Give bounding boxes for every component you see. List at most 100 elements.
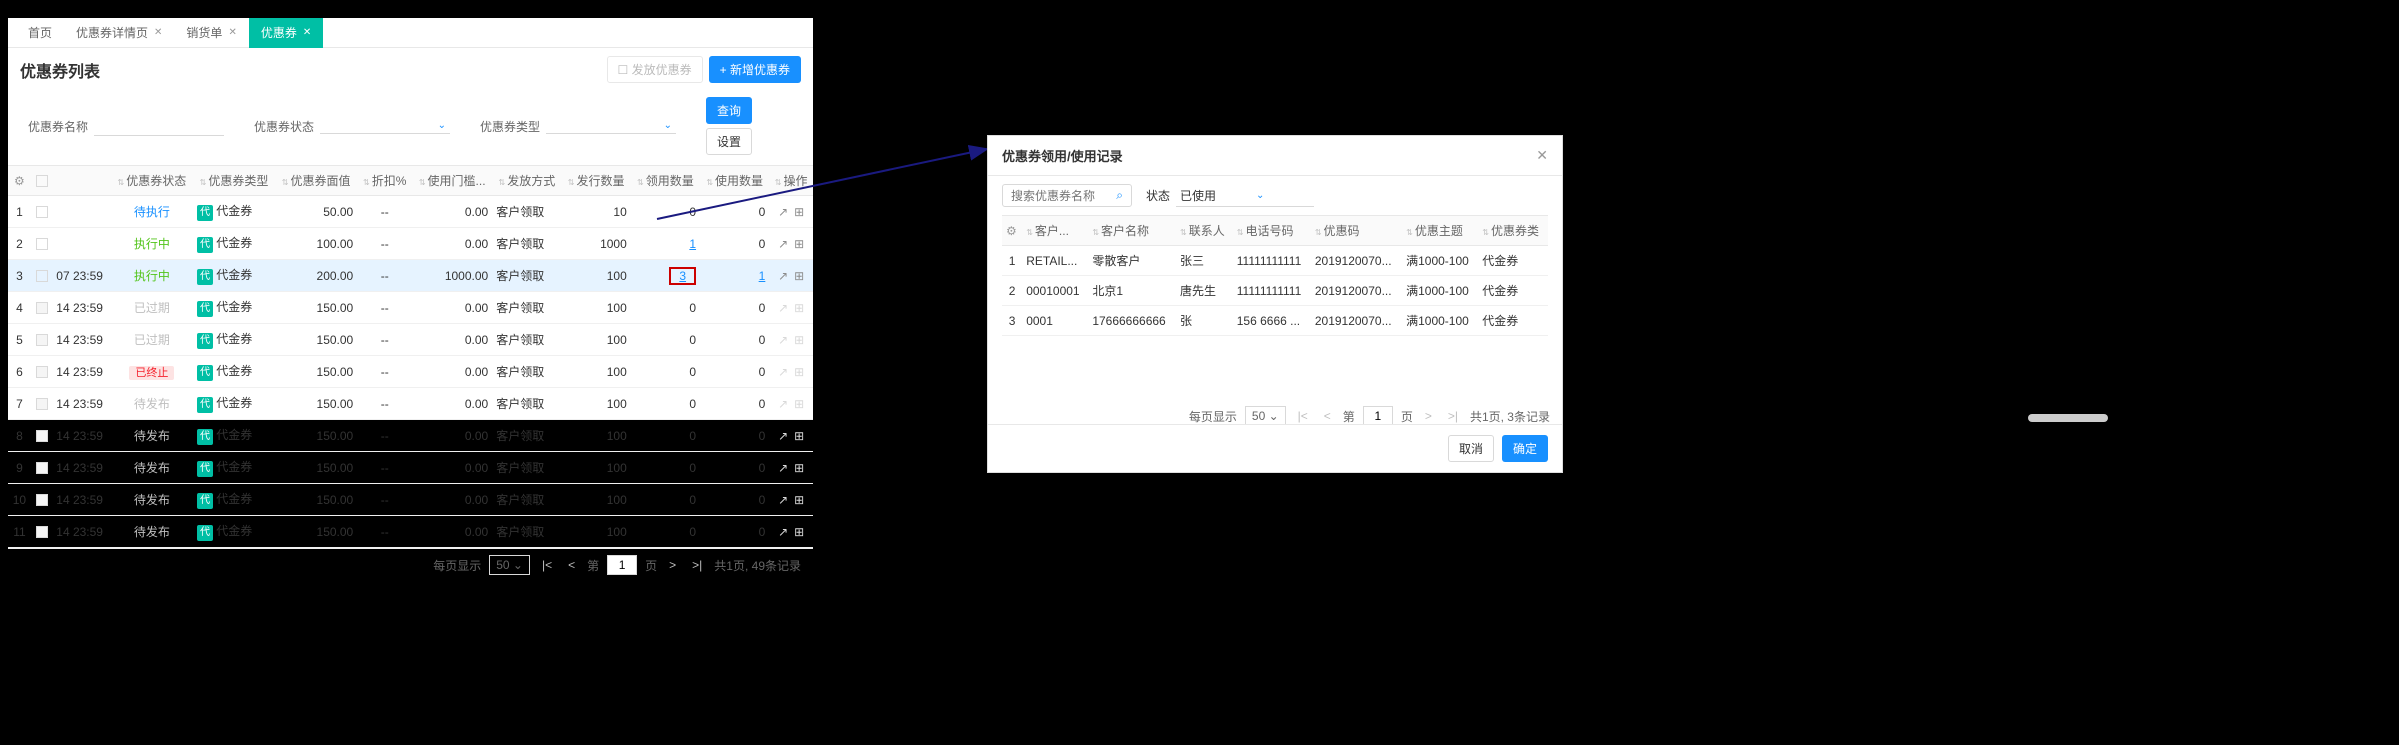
column-header[interactable]: ⇅发放方式 xyxy=(492,166,561,196)
share-icon[interactable]: ↗ xyxy=(778,525,788,539)
gear-icon[interactable]: ⚙ xyxy=(1006,224,1017,238)
table-row[interactable]: 514 23:59已过期代 代金券150.00--0.00客户领取10000↗⊞ xyxy=(8,324,813,356)
sort-icon[interactable]: ⇅ xyxy=(1406,228,1413,237)
column-header[interactable]: ⇅优惠券类 xyxy=(1478,216,1548,246)
modal-page-input[interactable] xyxy=(1363,406,1393,426)
column-header[interactable]: ⇅优惠券类型 xyxy=(193,166,275,196)
sort-icon[interactable]: ⇅ xyxy=(498,178,505,187)
column-header[interactable] xyxy=(31,166,52,196)
column-header[interactable]: ⇅使用门槛... xyxy=(412,166,492,196)
filter-type-select[interactable]: ⌄ xyxy=(546,118,676,134)
column-header[interactable]: ⇅优惠码 xyxy=(1311,216,1402,246)
settings-button[interactable]: 设置 xyxy=(706,128,752,155)
sort-icon[interactable]: ⇅ xyxy=(706,178,713,187)
close-icon[interactable]: ✕ xyxy=(303,27,311,38)
column-header[interactable]: ⇅发行数量 xyxy=(561,166,630,196)
sort-icon[interactable]: ⇅ xyxy=(419,178,426,187)
horizontal-scrollbar[interactable] xyxy=(2028,414,2108,422)
table-row[interactable]: 3000117666666666张156 6666 ...2019120070.… xyxy=(1002,306,1548,336)
qrcode-icon[interactable]: ⊞ xyxy=(794,397,804,411)
sort-icon[interactable]: ⇅ xyxy=(775,178,782,187)
received-count-link[interactable]: 1 xyxy=(689,237,696,251)
row-checkbox[interactable] xyxy=(36,270,48,282)
cancel-button[interactable]: 取消 xyxy=(1448,435,1494,462)
confirm-button[interactable]: 确定 xyxy=(1502,435,1548,462)
qrcode-icon[interactable]: ⊞ xyxy=(794,301,804,315)
next-page-button[interactable]: > xyxy=(665,558,680,572)
close-icon[interactable]: ✕ xyxy=(228,27,236,38)
distribute-coupon-button[interactable]: ☐ 发放优惠券 xyxy=(607,56,703,83)
add-coupon-button[interactable]: + 新增优惠券 xyxy=(709,56,801,83)
sort-icon[interactable]: ⇅ xyxy=(282,178,289,187)
row-checkbox[interactable] xyxy=(36,206,48,218)
table-row[interactable]: 814 23:59待发布代 代金券150.00--0.00客户领取10000↗⊞ xyxy=(8,420,813,452)
sort-icon[interactable]: ⇅ xyxy=(200,178,207,187)
column-header[interactable]: ⇅折扣% xyxy=(357,166,412,196)
qrcode-icon[interactable]: ⊞ xyxy=(794,429,804,443)
next-page-button[interactable]: > xyxy=(1421,409,1436,423)
modal-per-page-select[interactable]: 50 ⌄ xyxy=(1245,406,1286,426)
select-all-checkbox[interactable] xyxy=(36,175,48,187)
qrcode-icon[interactable]: ⊞ xyxy=(794,493,804,507)
qrcode-icon[interactable]: ⊞ xyxy=(794,461,804,475)
table-row[interactable]: 1014 23:59待发布代 代金券150.00--0.00客户领取10000↗… xyxy=(8,484,813,516)
column-header[interactable]: ⇅优惠券状态 xyxy=(111,166,193,196)
sort-icon[interactable]: ⇅ xyxy=(118,178,125,187)
share-icon[interactable]: ↗ xyxy=(778,493,788,507)
share-icon[interactable]: ↗ xyxy=(778,237,788,251)
tab-home[interactable]: 首页 xyxy=(16,18,64,48)
sort-icon[interactable]: ⇅ xyxy=(1237,228,1244,237)
share-icon[interactable]: ↗ xyxy=(778,205,788,219)
last-page-button[interactable]: >| xyxy=(688,558,706,572)
sort-icon[interactable]: ⇅ xyxy=(1092,228,1099,237)
qrcode-icon[interactable]: ⊞ xyxy=(794,237,804,251)
sort-icon[interactable]: ⇅ xyxy=(363,178,370,187)
first-page-button[interactable]: |< xyxy=(538,558,556,572)
sort-icon[interactable]: ⇅ xyxy=(1482,228,1489,237)
sort-icon[interactable]: ⇅ xyxy=(1180,228,1187,237)
share-icon[interactable]: ↗ xyxy=(778,333,788,347)
share-icon[interactable]: ↗ xyxy=(778,429,788,443)
table-row[interactable]: 200010001北京1唐先生111111111112019120070...满… xyxy=(1002,276,1548,306)
column-header[interactable]: ⇅联系人 xyxy=(1176,216,1233,246)
filter-name-input[interactable] xyxy=(94,117,224,136)
table-row[interactable]: 307 23:59执行中代 代金券200.00--1000.00客户领取1003… xyxy=(8,260,813,292)
query-button[interactable]: 查询 xyxy=(706,97,752,124)
column-header[interactable]: ⇅客户名称 xyxy=(1088,216,1176,246)
tab-sales-order[interactable]: 销货单✕ xyxy=(174,18,248,48)
sort-icon[interactable]: ⇅ xyxy=(1026,228,1033,237)
column-header[interactable]: ⇅使用数量 xyxy=(700,166,769,196)
table-row[interactable]: 1114 23:59待发布代 代金券150.00--0.00客户领取10000↗… xyxy=(8,516,813,548)
received-count-link[interactable]: 3 xyxy=(679,269,686,283)
share-icon[interactable]: ↗ xyxy=(778,397,788,411)
per-page-select[interactable]: 50 ⌄ xyxy=(489,555,530,575)
column-header[interactable]: ⇅优惠主题 xyxy=(1402,216,1478,246)
qrcode-icon[interactable]: ⊞ xyxy=(794,205,804,219)
sort-icon[interactable]: ⇅ xyxy=(637,178,644,187)
close-icon[interactable]: ✕ xyxy=(154,27,162,38)
column-header[interactable]: ⇅领用数量 xyxy=(631,166,700,196)
column-header[interactable]: ⇅电话号码 xyxy=(1233,216,1311,246)
share-icon[interactable]: ↗ xyxy=(778,461,788,475)
share-icon[interactable]: ↗ xyxy=(778,301,788,315)
qrcode-icon[interactable]: ⊞ xyxy=(794,269,804,283)
first-page-button[interactable]: |< xyxy=(1294,409,1312,423)
used-count-link[interactable]: 1 xyxy=(759,269,766,283)
row-checkbox[interactable] xyxy=(36,238,48,250)
prev-page-button[interactable]: < xyxy=(564,558,579,572)
filter-status-select[interactable]: ⌄ xyxy=(320,118,450,134)
column-header[interactable]: ⇅客户... xyxy=(1022,216,1088,246)
prev-page-button[interactable]: < xyxy=(1320,409,1335,423)
column-header[interactable]: ⇅操作 xyxy=(769,166,813,196)
last-page-button[interactable]: >| xyxy=(1444,409,1462,423)
table-row[interactable]: 614 23:59已终止代 代金券150.00--0.00客户领取10000↗⊞ xyxy=(8,356,813,388)
table-row[interactable]: 414 23:59已过期代 代金券150.00--0.00客户领取10000↗⊞ xyxy=(8,292,813,324)
column-header[interactable]: ⇅优惠券面值 xyxy=(275,166,357,196)
tab-coupon-detail[interactable]: 优惠券详情页✕ xyxy=(64,18,174,48)
column-header[interactable]: ⚙ xyxy=(1002,216,1022,246)
table-row[interactable]: 714 23:59待发布代 代金券150.00--0.00客户领取10000↗⊞ xyxy=(8,388,813,420)
search-coupon-input[interactable]: ⌕ xyxy=(1002,184,1132,207)
sort-icon[interactable]: ⇅ xyxy=(1315,228,1322,237)
column-header[interactable] xyxy=(52,166,111,196)
qrcode-icon[interactable]: ⊞ xyxy=(794,365,804,379)
